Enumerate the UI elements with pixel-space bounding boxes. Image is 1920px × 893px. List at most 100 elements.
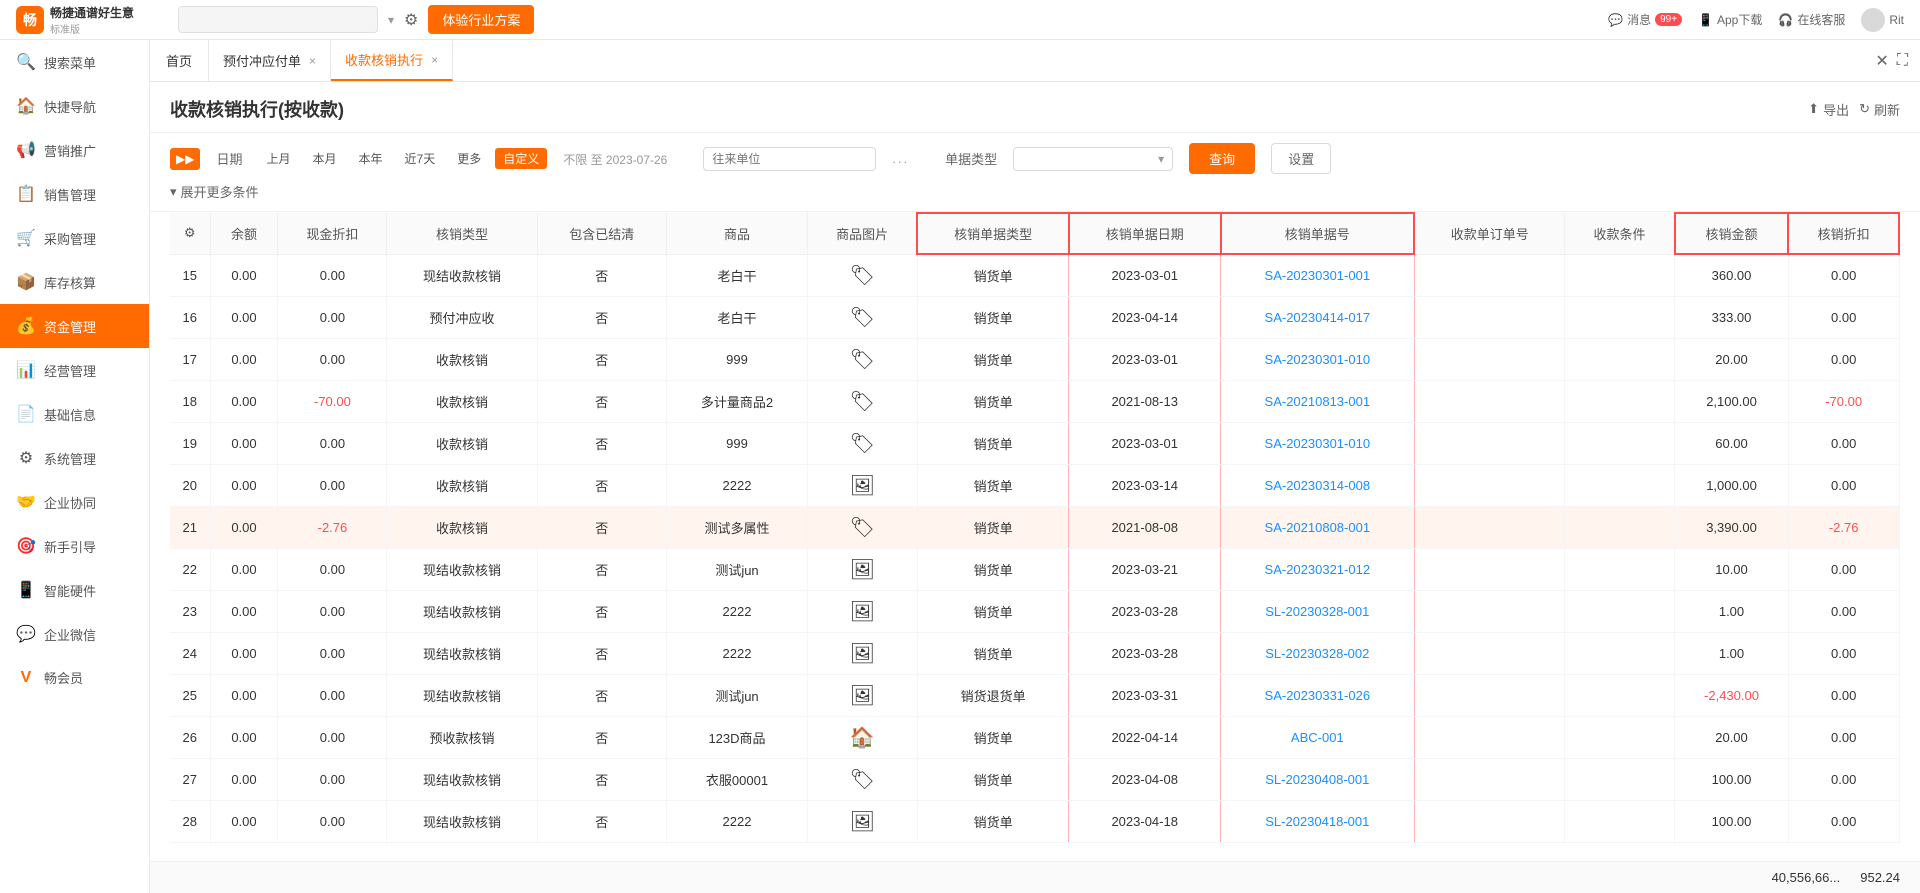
expand-conditions-btn[interactable]: ▾ 展开更多条件 xyxy=(170,182,1900,201)
bill-no-link[interactable]: SL-20230328-001 xyxy=(1265,604,1369,619)
cell-balance: 0.00 xyxy=(210,632,278,674)
table-row: 27 0.00 0.00 现结收款核销 否 衣服00001 🏷 销货单 2023… xyxy=(170,758,1899,800)
expand-tab-icon[interactable]: ⛶ xyxy=(1897,52,1908,70)
last7-btn[interactable]: 近7天 xyxy=(397,147,444,170)
sidebar-item-label: 企业协同 xyxy=(44,493,96,512)
bill-no-link[interactable]: SL-20230328-002 xyxy=(1265,646,1369,661)
sidebar-item-hardware[interactable]: 📱 智能硬件 xyxy=(0,568,149,612)
sidebar-item-basic[interactable]: 📄 基础信息 xyxy=(0,392,149,436)
bill-no-link[interactable]: SL-20230408-001 xyxy=(1265,772,1369,787)
cell-bill-no[interactable]: SA-20230301-010 xyxy=(1221,338,1415,380)
close-tab-icon[interactable]: ✕ xyxy=(1875,51,1888,71)
cell-bill-no[interactable]: SA-20230331-026 xyxy=(1221,674,1415,716)
bill-type-select[interactable]: ▾ xyxy=(1013,147,1173,171)
cell-bill-no[interactable]: SA-20230321-012 xyxy=(1221,548,1415,590)
col-bill-no: 核销单据号 xyxy=(1221,213,1415,254)
guide-icon: 🎯 xyxy=(16,536,36,556)
cell-bill-no[interactable]: SA-20230414-017 xyxy=(1221,296,1415,338)
cell-amount: 2,100.00 xyxy=(1675,380,1789,422)
cell-order-no xyxy=(1414,380,1565,422)
tab-actions: ✕ ⛶ xyxy=(1863,51,1920,71)
col-discount: 核销折扣 xyxy=(1788,213,1899,254)
cell-bill-no[interactable]: SL-20230328-001 xyxy=(1221,590,1415,632)
export-button[interactable]: ⬆ 导出 xyxy=(1808,100,1849,119)
sidebar-item-system[interactable]: ⚙ 系统管理 xyxy=(0,436,149,480)
sidebar-item-guide[interactable]: 🎯 新手引导 xyxy=(0,524,149,568)
logo-area: 畅 畅捷通谱好生意 标准版 xyxy=(16,4,166,36)
custom-date-btn[interactable]: 自定义 xyxy=(495,148,547,169)
tab-prepay-close[interactable]: × xyxy=(309,54,316,68)
bill-no-link[interactable]: SL-20230418-001 xyxy=(1265,814,1369,829)
cell-bill-no[interactable]: SA-20230301-010 xyxy=(1221,422,1415,464)
message-item[interactable]: 💬 消息 99+ xyxy=(1608,11,1682,28)
sidebar-item-nav[interactable]: 🏠 快捷导航 xyxy=(0,84,149,128)
expand-btn-arrow[interactable]: ▶▶ xyxy=(170,148,200,170)
bill-no-link[interactable]: SA-20210808-001 xyxy=(1265,520,1371,535)
sidebar-item-collab[interactable]: 🤝 企业协同 xyxy=(0,480,149,524)
cell-bill-no[interactable]: SA-20230314-008 xyxy=(1221,464,1415,506)
member-icon: V xyxy=(16,669,36,687)
app-download-item[interactable]: 📱 App下载 xyxy=(1698,11,1762,28)
sidebar-item-operation[interactable]: 📊 经营管理 xyxy=(0,348,149,392)
this-month-btn[interactable]: 本月 xyxy=(305,147,345,170)
cell-img: 🖼 xyxy=(807,464,917,506)
user-item[interactable]: Rit xyxy=(1861,8,1904,32)
query-button[interactable]: 查询 xyxy=(1189,143,1255,174)
bill-no-link[interactable]: SA-20230301-001 xyxy=(1265,268,1371,283)
cell-bill-no[interactable]: SA-20210813-001 xyxy=(1221,380,1415,422)
industry-button[interactable]: 体验行业方案 xyxy=(428,5,534,34)
cell-bill-type: 销货单 xyxy=(917,632,1069,674)
tab-home[interactable]: 首页 xyxy=(150,40,209,81)
bill-no-link[interactable]: SA-20230301-010 xyxy=(1265,352,1371,367)
col-gear[interactable]: ⚙ xyxy=(170,213,210,254)
collab-icon: 🤝 xyxy=(16,492,36,512)
cell-cash-discount: 0.00 xyxy=(278,464,387,506)
gear-icon[interactable]: ⚙ xyxy=(404,10,418,30)
sidebar-item-sales[interactable]: 📋 销售管理 xyxy=(0,172,149,216)
bill-no-link[interactable]: ABC-001 xyxy=(1291,730,1344,745)
sidebar-item-inventory[interactable]: 📦 库存核算 xyxy=(0,260,149,304)
more-btn[interactable]: 更多 xyxy=(449,147,489,170)
cell-bill-no[interactable]: SL-20230408-001 xyxy=(1221,758,1415,800)
table-container[interactable]: ⚙ 余额 现金折扣 核销类型 包含已结清 商品 商品图片 核销单据类型 核销单据… xyxy=(150,212,1920,861)
bill-no-link[interactable]: SA-20230314-008 xyxy=(1265,478,1371,493)
cell-discount: 0.00 xyxy=(1788,800,1899,842)
this-year-btn[interactable]: 本年 xyxy=(351,147,391,170)
cell-product: 999 xyxy=(667,338,808,380)
bill-no-link[interactable]: SA-20230301-010 xyxy=(1265,436,1371,451)
search-box-top[interactable] xyxy=(178,6,378,33)
bill-no-link[interactable]: SA-20230414-017 xyxy=(1265,310,1371,325)
cell-id: 28 xyxy=(170,800,210,842)
sidebar-item-label: 畅会员 xyxy=(44,668,83,687)
cell-payment-cond xyxy=(1565,338,1675,380)
bill-no-link[interactable]: SA-20230321-012 xyxy=(1265,562,1371,577)
sidebar-item-marketing[interactable]: 📢 营销推广 xyxy=(0,128,149,172)
settings-button[interactable]: 设置 xyxy=(1271,143,1331,174)
online-service-item[interactable]: 🎧 在线客服 xyxy=(1778,11,1845,28)
col-gear-icon[interactable]: ⚙ xyxy=(184,225,196,240)
cell-bill-no[interactable]: SL-20230328-002 xyxy=(1221,632,1415,674)
tab-prepay[interactable]: 预付冲应付单 × xyxy=(209,40,331,81)
cell-bill-no[interactable]: SL-20230418-001 xyxy=(1221,800,1415,842)
sidebar-item-search[interactable]: 🔍 搜索菜单 xyxy=(0,40,149,84)
dots-icon[interactable]: ... xyxy=(892,151,909,166)
table-row: 20 0.00 0.00 收款核销 否 2222 🖼 销货单 2023-03-1… xyxy=(170,464,1899,506)
tab-writeoff-close[interactable]: × xyxy=(431,53,438,67)
cell-bill-no[interactable]: SA-20210808-001 xyxy=(1221,506,1415,548)
sidebar-item-member[interactable]: V 畅会员 xyxy=(0,656,149,699)
bill-no-link[interactable]: SA-20210813-001 xyxy=(1265,394,1371,409)
sidebar-item-wechat[interactable]: 💬 企业微信 xyxy=(0,612,149,656)
footer-amount-total: 40,556,66... xyxy=(1772,870,1841,885)
bill-no-link[interactable]: SA-20230331-026 xyxy=(1265,688,1371,703)
marketing-icon: 📢 xyxy=(16,140,36,160)
sidebar-item-finance[interactable]: 💰 资金管理 xyxy=(0,304,149,348)
sidebar-item-purchase[interactable]: 🛒 采购管理 xyxy=(0,216,149,260)
tab-writeoff[interactable]: 收款核销执行 × xyxy=(331,40,453,81)
from-unit-input[interactable] xyxy=(703,147,876,171)
cell-bill-no[interactable]: SA-20230301-001 xyxy=(1221,254,1415,296)
logo-text: 畅捷通谱好生意 xyxy=(50,4,134,21)
refresh-button[interactable]: ↻ 刷新 xyxy=(1859,100,1900,119)
operation-icon: 📊 xyxy=(16,360,36,380)
cell-bill-no[interactable]: ABC-001 xyxy=(1221,716,1415,758)
last-month-btn[interactable]: 上月 xyxy=(258,147,298,170)
